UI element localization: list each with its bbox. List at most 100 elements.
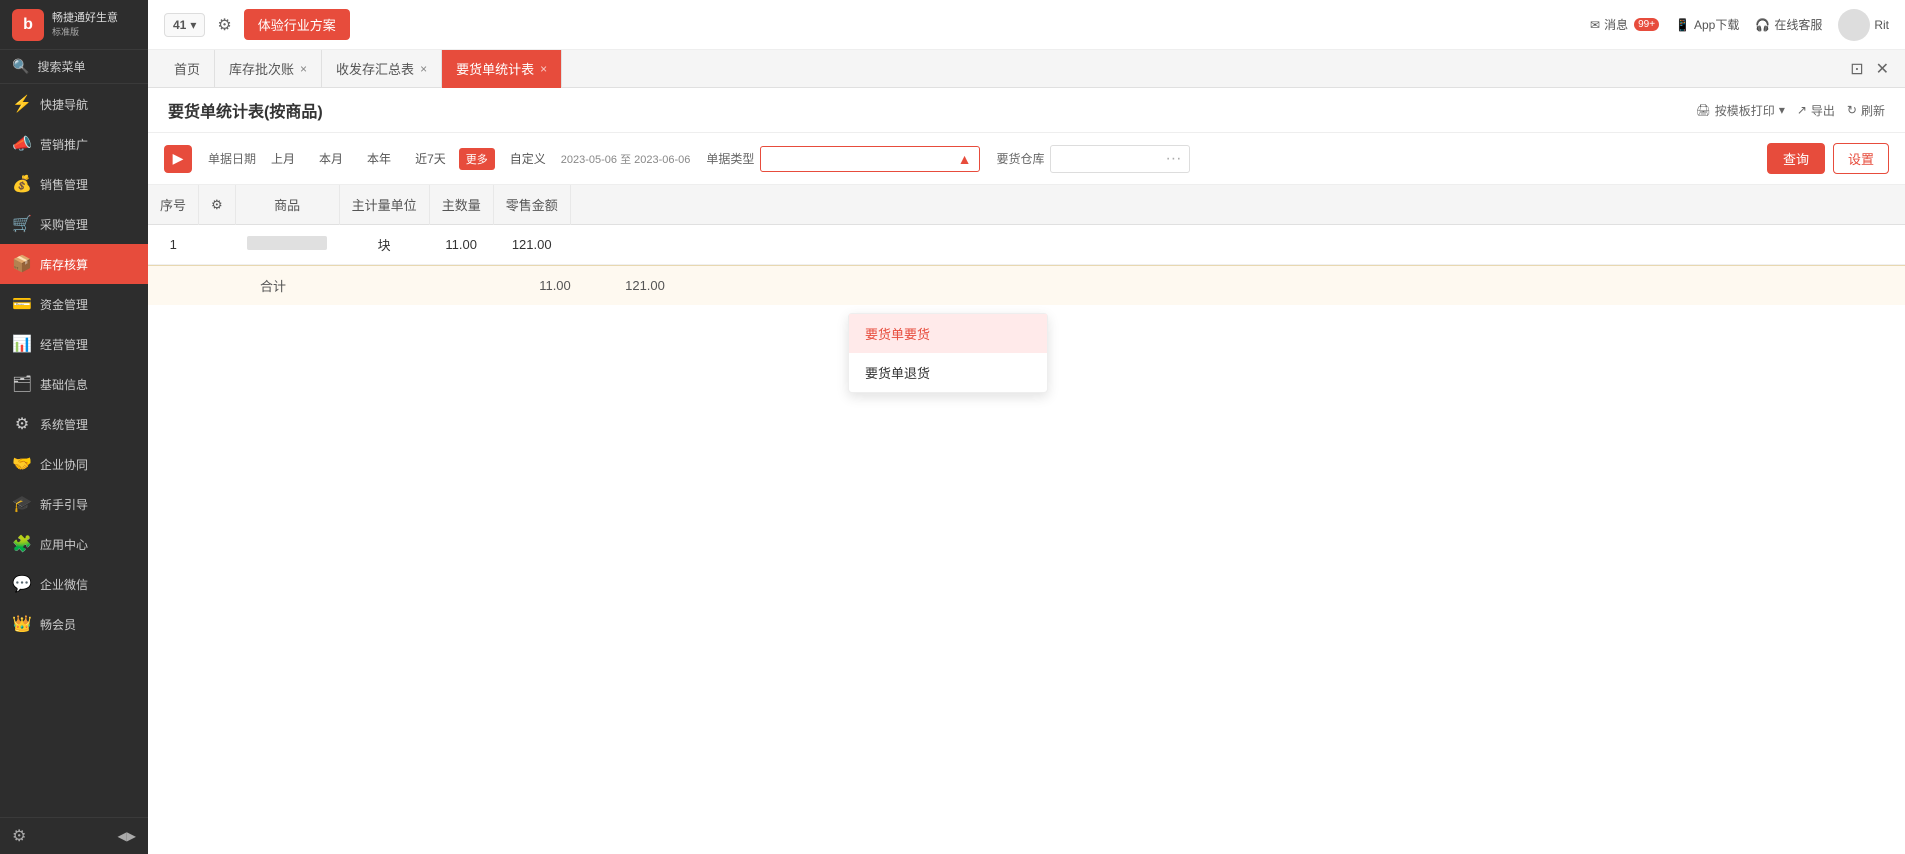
user-profile[interactable]: Rit — [1838, 9, 1889, 41]
sidebar-item-system[interactable]: ⚙ 系统管理 — [0, 404, 148, 444]
header-settings-icon[interactable]: ⚙ — [217, 15, 231, 35]
col-unit: 主计量单位 — [339, 185, 429, 225]
refresh-icon: ↻ — [1847, 103, 1857, 117]
sidebar: b 畅捷通好生意 标准版 🔍 搜索菜单 ⚡ 快捷导航 📣 营销推广 💰 销售管理… — [0, 0, 148, 854]
tab-home[interactable]: 首页 — [160, 50, 215, 88]
cell-no: 1 — [148, 225, 199, 265]
header-right: ✉ 消息 99+ 📱 App下载 🎧 在线客服 Rit — [1590, 9, 1889, 41]
sidebar-item-marketing[interactable]: 📣 营销推广 — [0, 124, 148, 164]
tab-inventory-batch[interactable]: 库存批次账 × — [215, 50, 322, 88]
sidebar-logo: b 畅捷通好生意 标准版 — [0, 0, 148, 50]
dropdown-item-order-goods[interactable]: 要货单要货 — [849, 314, 1047, 353]
sidebar-item-apps[interactable]: 🧩 应用中心 — [0, 524, 148, 564]
page-content: 要货单统计表(按商品) 🖨 按模板打印 ▾ ↗ 导出 ↻ 刷新 ▶ — [148, 88, 1905, 854]
data-table: 序号 ⚙ 商品 主计量单位 主数量 零售金额 1 — [148, 185, 1905, 265]
sidebar-item-inventory[interactable]: 📦 库存核算 — [0, 244, 148, 284]
type-select[interactable]: ▲ — [760, 146, 980, 172]
date-btn-ben[interactable]: 本月 — [310, 145, 352, 172]
sidebar-item-guide[interactable]: 🎓 新手引导 — [0, 484, 148, 524]
headset-icon: 🎧 — [1755, 18, 1770, 32]
store-selector[interactable]: 41 ▾ — [164, 13, 205, 37]
page-actions: 🖨 按模板打印 ▾ ↗ 导出 ↻ 刷新 — [1696, 102, 1885, 119]
header-left: 41 ▾ ⚙ 体验行业方案 — [164, 9, 350, 40]
refresh-btn[interactable]: ↻ 刷新 — [1847, 102, 1885, 119]
finance-icon: 💳 — [12, 294, 32, 314]
sidebar-item-finance[interactable]: 💳 资金管理 — [0, 284, 148, 324]
sales-icon: 💰 — [12, 174, 32, 194]
footer-amount: 121.00 — [600, 278, 690, 293]
date-btn-shang[interactable]: 上月 — [262, 145, 304, 172]
tabs-bar: 首页 库存批次账 × 收发存汇总表 × 要货单统计表 × ⊡ ✕ — [148, 50, 1905, 88]
member-icon: 👑 — [12, 614, 32, 634]
sidebar-item-member[interactable]: 👑 畅会员 — [0, 604, 148, 644]
base-icon: 🗂 — [12, 374, 32, 394]
print-btn[interactable]: 🖨 按模板打印 ▾ — [1696, 102, 1785, 119]
warehouse-select[interactable]: ··· — [1050, 145, 1190, 173]
cell-qty: 11.00 — [429, 225, 493, 265]
date-range-text: 2023-05-06 至 2023-06-06 — [561, 151, 691, 167]
dropdown-item-order-return[interactable]: 要货单退货 — [849, 353, 1047, 392]
sidebar-item-base[interactable]: 🗂 基础信息 — [0, 364, 148, 404]
col-settings[interactable]: ⚙ — [199, 185, 236, 225]
guide-icon: 🎓 — [12, 494, 32, 514]
sidebar-footer: ⚙ ◀▶ — [0, 817, 148, 854]
tab-close-order-stats[interactable]: × — [540, 62, 547, 76]
tab-close-recv-summary[interactable]: × — [420, 62, 427, 76]
sidebar-item-collab[interactable]: 🤝 企业协同 — [0, 444, 148, 484]
sidebar-item-purchase[interactable]: 🛒 采购管理 — [0, 204, 148, 244]
date-filter-group: 单据日期 上月 本月 本年 近7天 更多 自定义 2023-05-06 至 20… — [208, 145, 690, 172]
query-btn[interactable]: 查询 — [1767, 143, 1825, 174]
top-header: 41 ▾ ⚙ 体验行业方案 ✉ 消息 99+ 📱 App下载 🎧 在线客服 R — [148, 0, 1905, 50]
avatar — [1838, 9, 1870, 41]
sidebar-nav: ⚡ 快捷导航 📣 营销推广 💰 销售管理 🛒 采购管理 📦 库存核算 💳 资金管… — [0, 84, 148, 817]
table-container: 序号 ⚙ 商品 主计量单位 主数量 零售金额 1 — [148, 185, 1905, 265]
tab-recv-summary[interactable]: 收发存汇总表 × — [322, 50, 442, 88]
inventory-icon: 📦 — [12, 254, 32, 274]
weixin-icon: 💬 — [12, 574, 32, 594]
messages-item[interactable]: ✉ 消息 99+ — [1590, 16, 1659, 33]
collab-icon: 🤝 — [12, 454, 32, 474]
filter-settings-btn[interactable]: 设置 — [1833, 143, 1889, 174]
printer-icon: 🖨 — [1696, 103, 1711, 117]
date-btn-year[interactable]: 本年 — [358, 145, 400, 172]
filter-action-btns: 查询 设置 — [1767, 143, 1889, 174]
filter-expand-btn[interactable]: ▶ — [164, 145, 192, 173]
cell-amount: 121.00 — [493, 225, 570, 265]
sidebar-item-weixin[interactable]: 💬 企业微信 — [0, 564, 148, 604]
sidebar-item-shortcut[interactable]: ⚡ 快捷导航 — [0, 84, 148, 124]
date-hot-badge[interactable]: 更多 — [459, 148, 495, 170]
type-filter-group: 单据类型 ▲ — [706, 146, 980, 172]
sidebar-search[interactable]: 🔍 搜索菜单 — [0, 50, 148, 84]
print-chevron-icon: ▾ — [1779, 103, 1785, 117]
cell-product — [235, 225, 339, 265]
app-download-item[interactable]: 📱 App下载 — [1675, 16, 1739, 33]
message-icon: ✉ — [1590, 18, 1600, 32]
export-icon: ↗ — [1797, 103, 1807, 117]
filter-bar: ▶ 单据日期 上月 本月 本年 近7天 更多 自定义 2023-05-06 至 … — [148, 133, 1905, 185]
tab-close-inventory-batch[interactable]: × — [300, 62, 307, 76]
cell-unit: 块 — [339, 225, 429, 265]
tab-close-all-icon[interactable]: ✕ — [1872, 59, 1893, 79]
date-btn-seven[interactable]: 近7天 — [406, 145, 455, 172]
download-icon: 📱 — [1675, 18, 1690, 32]
online-service-item[interactable]: 🎧 在线客服 — [1755, 16, 1822, 33]
page-header: 要货单统计表(按商品) 🖨 按模板打印 ▾ ↗ 导出 ↻ 刷新 — [148, 88, 1905, 133]
main-area: 41 ▾ ⚙ 体验行业方案 ✉ 消息 99+ 📱 App下载 🎧 在线客服 R — [148, 0, 1905, 854]
search-icon: 🔍 — [12, 58, 29, 75]
purchase-icon: 🛒 — [12, 214, 32, 234]
sidebar-item-operation[interactable]: 📊 经营管理 — [0, 324, 148, 364]
date-btn-custom[interactable]: 自定义 — [501, 145, 555, 172]
sidebar-item-sales[interactable]: 💰 销售管理 — [0, 164, 148, 204]
sidebar-toggle-icon[interactable]: ◀▶ — [118, 829, 136, 843]
tab-order-stats[interactable]: 要货单统计表 × — [442, 50, 562, 88]
col-qty: 主数量 — [429, 185, 493, 225]
export-btn[interactable]: ↗ 导出 — [1797, 102, 1835, 119]
sidebar-settings-icon[interactable]: ⚙ — [12, 826, 26, 846]
operation-icon: 📊 — [12, 334, 32, 354]
apps-icon: 🧩 — [12, 534, 32, 554]
trial-btn[interactable]: 体验行业方案 — [244, 9, 350, 40]
table-row: 1 块 11.00 121.00 — [148, 225, 1905, 265]
type-dropdown: 要货单要货 要货单退货 — [848, 313, 1048, 393]
tab-restore-icon[interactable]: ⊡ — [1846, 59, 1867, 79]
marketing-icon: 📣 — [12, 134, 32, 154]
